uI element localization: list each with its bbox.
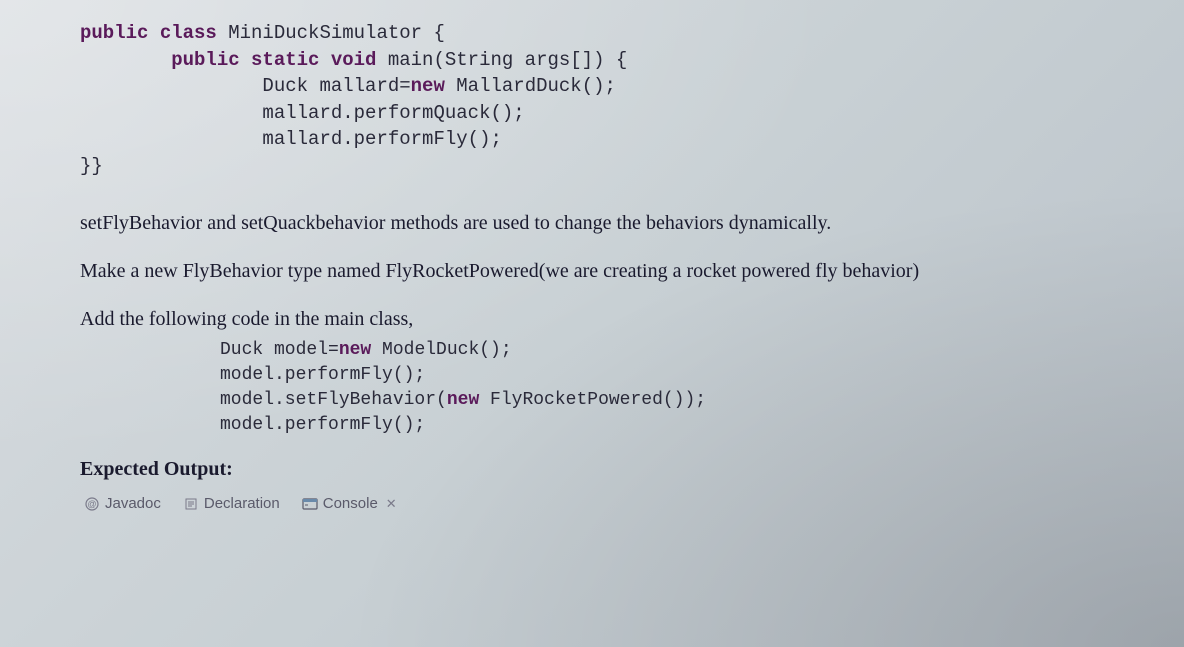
at-icon: @ <box>84 496 100 512</box>
code-text: model.performFly(); <box>220 415 425 435</box>
paragraph-2: Make a new FlyBehavior type named FlyRoc… <box>80 256 1104 286</box>
ide-tabs: @ Javadoc Declaration Console ✕ <box>80 493 1104 514</box>
paragraph-3: Add the following code in the main class… <box>80 304 1104 334</box>
svg-text:@: @ <box>87 499 96 509</box>
code-text: Duck model= <box>220 340 339 360</box>
keyword: public static void <box>80 49 376 71</box>
expected-output-heading: Expected Output: <box>80 458 1104 481</box>
keyword: new <box>411 75 445 97</box>
tab-label: Declaration <box>204 495 280 512</box>
code-text: ModelDuck(); <box>371 340 511 360</box>
tab-console[interactable]: Console ✕ <box>298 493 401 514</box>
code-text: FlyRocketPowered()); <box>479 390 706 410</box>
declaration-icon <box>183 496 199 512</box>
code-text: model.performFly(); <box>220 365 425 385</box>
code-text: mallard.performFly(); <box>80 128 502 150</box>
paragraph-1: setFlyBehavior and setQuackbehavior meth… <box>80 208 1104 238</box>
tab-declaration[interactable]: Declaration <box>179 493 284 514</box>
keyword: new <box>339 340 371 360</box>
keyword: new <box>447 390 479 410</box>
code-block-1: public class MiniDuckSimulator { public … <box>80 20 1104 180</box>
console-icon <box>302 496 318 512</box>
tab-javadoc[interactable]: @ Javadoc <box>80 493 165 514</box>
close-icon[interactable]: ✕ <box>386 496 397 512</box>
code-text: MallardDuck(); <box>445 75 616 97</box>
code-text: Duck mallard= <box>80 75 411 97</box>
code-text: main(String args[]) { <box>376 49 627 71</box>
code-text: model.setFlyBehavior( <box>220 390 447 410</box>
code-text: }} <box>80 155 103 177</box>
code-text: mallard.performQuack(); <box>80 102 525 124</box>
code-text: MiniDuckSimulator { <box>217 22 445 44</box>
tab-label: Console <box>323 495 378 512</box>
tab-label: Javadoc <box>105 495 161 512</box>
code-block-2: Duck model=new ModelDuck(); model.perfor… <box>220 338 1104 439</box>
keyword: public class <box>80 22 217 44</box>
